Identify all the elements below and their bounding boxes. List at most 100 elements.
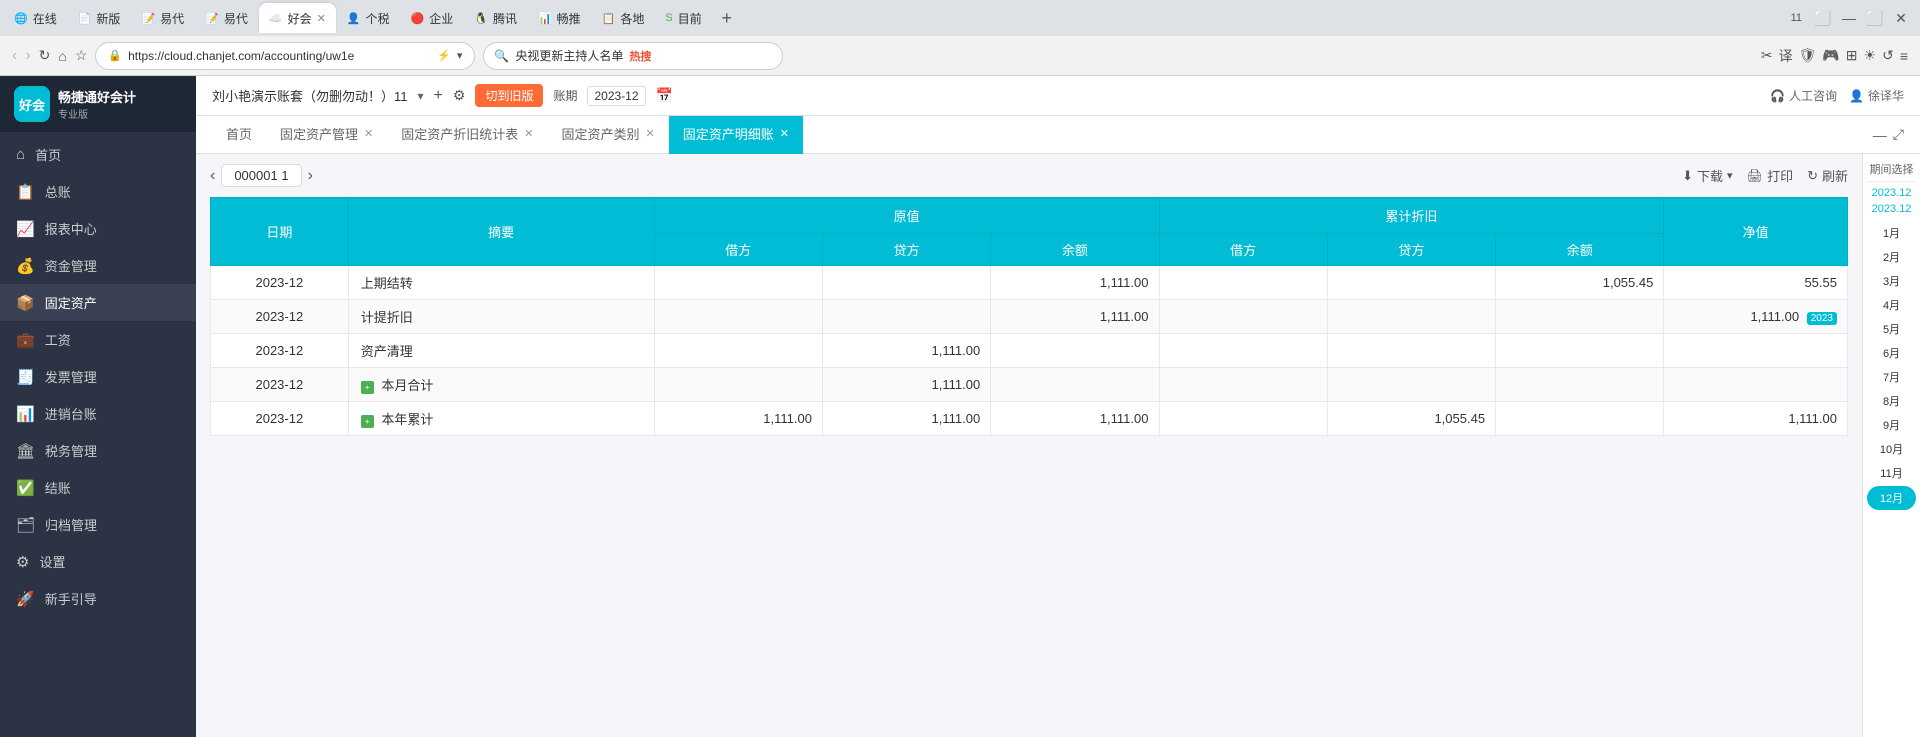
col-original-value: 原值 (654, 198, 1159, 234)
row-icon-monthly: + (361, 381, 374, 394)
logo-title: 畅捷通好会计 (58, 87, 136, 106)
sidebar-item-home[interactable]: ⌂ 首页 (0, 136, 196, 173)
download-btn[interactable]: ⬇ 下载 ▾ (1682, 166, 1732, 185)
period-item-oct[interactable]: 10月 (1867, 438, 1916, 460)
tab-minimize-icon[interactable]: — (1873, 127, 1887, 143)
period-item-may[interactable]: 5月 (1867, 318, 1916, 340)
tab-active[interactable]: ☁️ 好会 ✕ (259, 3, 336, 33)
cell-accum-credit: 1,055.45 (1327, 402, 1495, 436)
tab-homepage[interactable]: 首页 (212, 116, 266, 154)
menu-icon[interactable]: ≡ (1900, 48, 1908, 64)
sidebar-item-tax[interactable]: 🏛 税务管理 (0, 432, 196, 469)
url-input[interactable]: 🔒 https://cloud.chanjet.com/accounting/u… (95, 42, 475, 70)
sidebar-item-archive[interactable]: 🗂 归档管理 (0, 506, 196, 543)
cell-summary: 计提折旧 (348, 300, 654, 334)
top-bar-left: 刘小艳演示账套（勿删勿动！）11 ▾ + ⚙ 切到旧版 账期 2023-12 📅 (212, 84, 673, 107)
consultant-btn[interactable]: 🎧 人工咨询 (1770, 87, 1837, 104)
content-area: ‹ 000001 1 › ⬇ 下载 ▾ 🖨 (196, 154, 1920, 737)
refresh-action-icon: ↻ (1807, 168, 1818, 184)
sidebar-item-general-ledger[interactable]: 📋 总账 (0, 173, 196, 210)
period-item-dec[interactable]: 12月 (1867, 486, 1916, 510)
tab-depreciation-stats[interactable]: 固定资产折旧统计表 ✕ (387, 116, 547, 154)
sidebar-item-purchase-sales[interactable]: 📊 进销台账 (0, 395, 196, 432)
tab-depreciation-stats-close[interactable]: ✕ (524, 127, 533, 140)
sidebar-item-settings[interactable]: ⚙ 设置 (0, 543, 196, 580)
undo-icon[interactable]: ↺ (1882, 47, 1894, 64)
calendar-icon[interactable]: 📅 (656, 87, 673, 104)
home-button[interactable]: ⌂ (58, 48, 66, 64)
tab-online[interactable]: 🌐 在线 (4, 3, 67, 33)
print-btn[interactable]: 🖨 打印 (1747, 166, 1794, 185)
tab-expand-icon[interactable]: ⤢ (1893, 126, 1904, 143)
browser-chrome: 🌐 在线 📄 新版 📝 易代 📝 易代 ☁️ 好会 ✕ 👤 个税 🔴 企业 (0, 0, 1920, 76)
tab-asset-detail-ledger[interactable]: 固定资产明细账 ✕ (669, 116, 803, 154)
search-input[interactable]: 🔍 央视更新主持人名单 热搜 (483, 42, 783, 70)
tab-asset-category[interactable]: 固定资产类别 ✕ (547, 116, 668, 154)
add-button[interactable]: + (434, 87, 443, 105)
period-item-jul[interactable]: 7月 (1867, 366, 1916, 388)
logo-subtitle: 专业版 (58, 106, 136, 121)
new-tab-button[interactable]: + (713, 4, 741, 32)
right-panel: 期间选择 2023.12 2023.12 1月 2月 3月 4月 (1862, 154, 1920, 737)
back-button[interactable]: ‹ (12, 47, 17, 65)
tab-yidai2[interactable]: 📝 易代 (195, 3, 258, 33)
period-item-aug[interactable]: 8月 (1867, 390, 1916, 412)
tab-enterprise[interactable]: 🔴 企业 (401, 3, 464, 33)
switch-to-old-btn[interactable]: 切到旧版 (475, 84, 543, 107)
period-item-apr[interactable]: 4月 (1867, 294, 1916, 316)
sidebar-item-invoice[interactable]: 🧾 发票管理 (0, 358, 196, 395)
prev-page-btn[interactable]: ‹ (210, 167, 215, 185)
period-item-jun[interactable]: 6月 (1867, 342, 1916, 364)
cell-orig-debit (654, 266, 822, 300)
cell-orig-credit (822, 266, 990, 300)
period-value[interactable]: 2023-12 (587, 86, 645, 106)
tab-gedi[interactable]: 📋 各地 (592, 3, 655, 33)
shield-icon[interactable]: 🛡 (1799, 47, 1817, 64)
sidebar-item-guide[interactable]: 🚀 新手引导 (0, 580, 196, 617)
next-page-btn[interactable]: › (308, 167, 313, 185)
browser-restore[interactable]: ⬜ (1812, 7, 1834, 29)
cell-orig-debit: 1,111.00 (654, 402, 822, 436)
period-item-mar[interactable]: 3月 (1867, 270, 1916, 292)
sidebar-item-funds[interactable]: 💰 资金管理 (0, 247, 196, 284)
tab-tencent[interactable]: 🐧 腾讯 (464, 3, 527, 33)
tab-active-close[interactable]: ✕ (317, 12, 326, 25)
tab-yidai1[interactable]: 📝 易代 (131, 3, 194, 33)
tab-mujun[interactable]: S 目前 (655, 3, 711, 33)
account-name: 刘小艳演示账套（勿删勿动！）11 (212, 86, 408, 105)
tab-asset-detail-close[interactable]: ✕ (780, 127, 789, 140)
sub-col-orig-credit: 贷方 (822, 234, 990, 266)
tab-fixed-asset-mgmt-close[interactable]: ✕ (364, 127, 373, 140)
browser-minimize[interactable]: — (1838, 7, 1860, 29)
tab-fixed-asset-mgmt[interactable]: 固定资产管理 ✕ (266, 116, 387, 154)
col-summary: 摘要 (348, 198, 654, 266)
translate-icon[interactable]: 译 (1779, 46, 1793, 66)
settings-button[interactable]: ⚙ (453, 87, 466, 104)
tab-changtui[interactable]: 📊 畅推 (528, 3, 591, 33)
period-item-nov[interactable]: 11月 (1867, 462, 1916, 484)
forward-button[interactable]: › (25, 47, 30, 65)
bookmark-button[interactable]: ☆ (75, 47, 88, 64)
refresh-button[interactable]: ↻ (39, 47, 51, 64)
sidebar-item-close-books[interactable]: ✅ 结账 (0, 469, 196, 506)
tab-asset-category-close[interactable]: ✕ (646, 127, 655, 140)
scissors-icon[interactable]: ✂ (1761, 47, 1773, 64)
browser-close[interactable]: ✕ (1890, 7, 1912, 29)
tab-geshui[interactable]: 👤 个税 (337, 3, 400, 33)
sun-icon[interactable]: ☀ (1864, 47, 1877, 64)
grid-icon[interactable]: ⊞ (1846, 47, 1858, 64)
browser-maximize[interactable]: ⬜ (1864, 7, 1886, 29)
user-btn[interactable]: 👤 徐译华 (1849, 87, 1904, 104)
sidebar-item-reports[interactable]: 📈 报表中心 (0, 210, 196, 247)
settings-nav-icon: ⚙ (16, 553, 29, 571)
refresh-action-btn[interactable]: ↻ 刷新 (1807, 166, 1848, 185)
period-item-sep[interactable]: 9月 (1867, 414, 1916, 436)
account-dropdown[interactable]: ▾ (418, 89, 424, 103)
sidebar-item-salary[interactable]: 💼 工资 (0, 321, 196, 358)
sidebar-item-fixed-assets[interactable]: 📦 固定资产 (0, 284, 196, 321)
game-icon[interactable]: 🎮 (1822, 47, 1839, 64)
period-item-feb[interactable]: 2月 (1867, 246, 1916, 268)
sub-col-orig-debit: 借方 (654, 234, 822, 266)
tab-new[interactable]: 📄 新版 (68, 3, 131, 33)
period-item-jan[interactable]: 1月 (1867, 222, 1916, 244)
